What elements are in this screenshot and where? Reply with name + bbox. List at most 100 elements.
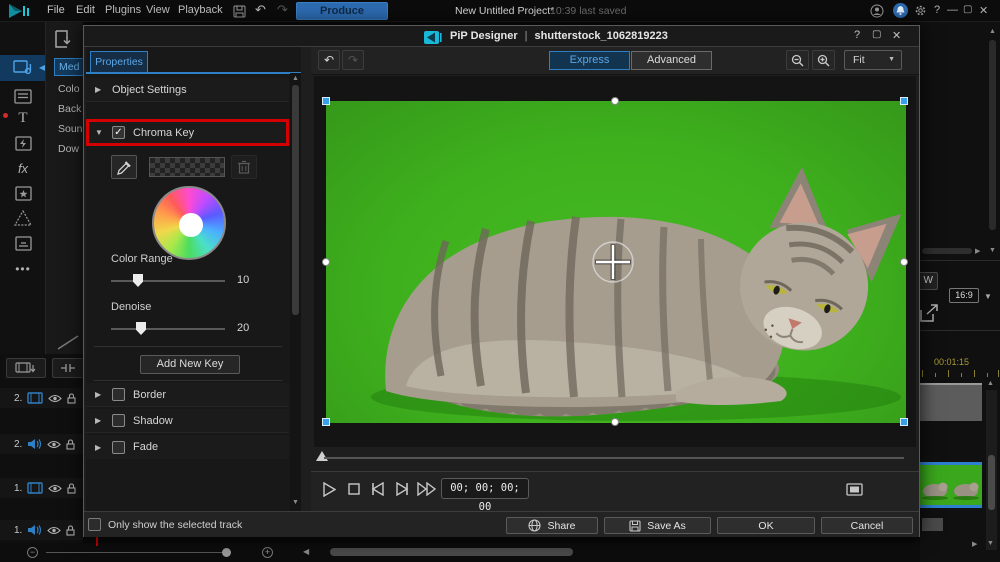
- timeline-clip-partial[interactable]: [922, 518, 943, 531]
- expand-right-icon[interactable]: ▶: [95, 443, 104, 452]
- track-header-audio-2[interactable]: 2.: [0, 434, 83, 454]
- share-button[interactable]: Share: [506, 517, 598, 534]
- cancel-button[interactable]: Cancel: [821, 517, 913, 534]
- timeline-clip-track2[interactable]: [920, 383, 982, 421]
- eye-icon[interactable]: [47, 440, 61, 449]
- timeline-zoom-slider[interactable]: [46, 552, 226, 553]
- add-new-key-button[interactable]: Add New Key: [140, 355, 240, 374]
- eye-icon[interactable]: [48, 484, 62, 493]
- save-icon[interactable]: [233, 5, 246, 18]
- fade-checkbox[interactable]: [112, 441, 125, 454]
- previous-frame-button[interactable]: [368, 479, 388, 499]
- section-shadow[interactable]: ▶ Shadow: [86, 409, 289, 433]
- menu-file[interactable]: File: [47, 4, 65, 16]
- track-header-video-1[interactable]: 1.: [0, 478, 83, 498]
- dialog-titlebar[interactable]: PiP Designer | shutterstock_1062819223 ?…: [84, 26, 919, 47]
- snap-toggle-button[interactable]: [52, 358, 83, 378]
- timeline-zoom-in-icon[interactable]: +: [262, 547, 273, 558]
- timeline-scroll-up-icon[interactable]: ▲: [987, 380, 994, 387]
- denoise-slider[interactable]: [111, 328, 225, 330]
- lock-icon[interactable]: [67, 483, 76, 494]
- section-object-settings[interactable]: ▶ Object Settings: [86, 78, 289, 102]
- props-scroll-down-icon[interactable]: ▼: [292, 499, 299, 506]
- denoise-slider-thumb[interactable]: [136, 322, 146, 335]
- resize-handle-top[interactable]: [611, 97, 619, 105]
- border-checkbox[interactable]: [112, 388, 125, 401]
- redo-icon[interactable]: ↷: [277, 2, 288, 18]
- lock-icon[interactable]: [66, 525, 75, 536]
- menu-edit[interactable]: Edit: [76, 4, 95, 16]
- tab-express[interactable]: Express: [549, 51, 630, 70]
- snapshot-icon[interactable]: [844, 479, 864, 499]
- eye-icon[interactable]: [47, 526, 61, 535]
- sidebar-item-effects[interactable]: fx: [10, 157, 36, 179]
- library-item-sound[interactable]: Soun: [58, 123, 83, 135]
- delete-key-button[interactable]: [231, 155, 257, 179]
- play-button[interactable]: [319, 479, 339, 499]
- sidebar-item-title[interactable]: T: [10, 107, 36, 129]
- timeline-vscrollbar[interactable]: [986, 390, 997, 550]
- menu-plugins[interactable]: Plugins: [105, 4, 141, 16]
- app-help-icon[interactable]: ?: [934, 4, 940, 16]
- track-header-video-2[interactable]: 2.: [0, 388, 83, 408]
- color-range-slider[interactable]: [111, 280, 225, 282]
- library-scroll-down-icon[interactable]: ▼: [989, 247, 996, 254]
- resize-handle-topleft[interactable]: [322, 97, 330, 105]
- notification-bell-icon[interactable]: [893, 3, 908, 18]
- app-minimize-icon[interactable]: —: [947, 4, 958, 16]
- timeline-clip-track1-selected[interactable]: [920, 462, 982, 508]
- hscroll-left-icon[interactable]: ◀: [303, 547, 309, 556]
- expand-right-icon[interactable]: ▶: [95, 416, 104, 425]
- sidebar-item-pip-objects[interactable]: [10, 182, 36, 204]
- zoom-out-icon[interactable]: [786, 50, 809, 70]
- sidebar-item-particles[interactable]: [10, 207, 36, 229]
- only-show-track-checkbox[interactable]: [88, 518, 101, 531]
- next-frame-button[interactable]: [392, 479, 412, 499]
- expand-right-icon[interactable]: ▶: [95, 85, 104, 94]
- props-scroll-up-icon[interactable]: ▲: [292, 75, 299, 82]
- fit-dropdown[interactable]: Fit ▼: [844, 50, 902, 70]
- menu-view[interactable]: View: [146, 4, 170, 16]
- dialog-help-icon[interactable]: ?: [854, 29, 860, 41]
- import-media-icon[interactable]: [54, 30, 75, 49]
- section-chroma-key[interactable]: ▼ ✓ Chroma Key: [86, 122, 289, 144]
- app-close-icon[interactable]: ✕: [979, 4, 988, 17]
- tab-properties[interactable]: Properties: [90, 51, 148, 72]
- library-item-background[interactable]: Back: [58, 103, 81, 115]
- lock-icon[interactable]: [67, 393, 76, 404]
- properties-scrollbar[interactable]: ▲ ▼: [290, 73, 301, 511]
- library-item-download[interactable]: Dow: [58, 143, 79, 155]
- settings-gear-icon[interactable]: [914, 4, 927, 17]
- preview-seek-bar[interactable]: [314, 451, 916, 465]
- eyedropper-button[interactable]: [111, 155, 137, 179]
- timeline-hscroll-thumb[interactable]: [330, 548, 573, 556]
- resize-handle-bottomleft[interactable]: [322, 418, 330, 426]
- save-as-button[interactable]: Save As: [604, 517, 711, 534]
- library-item-media[interactable]: Med: [59, 61, 79, 73]
- sidebar-item-media[interactable]: [10, 57, 36, 79]
- props-scroll-thumb[interactable]: [292, 85, 299, 315]
- playhead-marker[interactable]: [96, 537, 98, 546]
- section-border[interactable]: ▶ Border: [86, 383, 289, 407]
- color-range-slider-thumb[interactable]: [133, 274, 143, 287]
- fast-forward-button[interactable]: [416, 479, 436, 499]
- chroma-green-stage[interactable]: [326, 101, 906, 423]
- resize-handle-bottom[interactable]: [611, 418, 619, 426]
- sidebar-item-subtitles[interactable]: [10, 232, 36, 254]
- track-manager-button[interactable]: [6, 358, 46, 378]
- produce-button[interactable]: Produce: [296, 2, 388, 20]
- expand-right-icon[interactable]: ▶: [95, 390, 104, 399]
- zoom-in-icon[interactable]: [812, 50, 835, 70]
- sidebar-item-more[interactable]: •••: [10, 258, 36, 280]
- timeline-scroll-down-icon[interactable]: ▼: [987, 540, 994, 547]
- chroma-key-checkbox[interactable]: ✓: [112, 126, 125, 139]
- keyed-color-swatch[interactable]: [149, 157, 225, 177]
- undo-icon[interactable]: ↶: [255, 2, 266, 18]
- resize-handle-topright[interactable]: [900, 97, 908, 105]
- expand-down-icon[interactable]: ▼: [95, 128, 104, 137]
- section-fade[interactable]: ▶ Fade: [86, 435, 289, 459]
- designer-undo-icon[interactable]: ↶: [318, 50, 340, 70]
- resize-handle-right[interactable]: [900, 258, 908, 266]
- sidebar-item-templates[interactable]: [10, 85, 36, 107]
- stop-button[interactable]: [344, 479, 364, 499]
